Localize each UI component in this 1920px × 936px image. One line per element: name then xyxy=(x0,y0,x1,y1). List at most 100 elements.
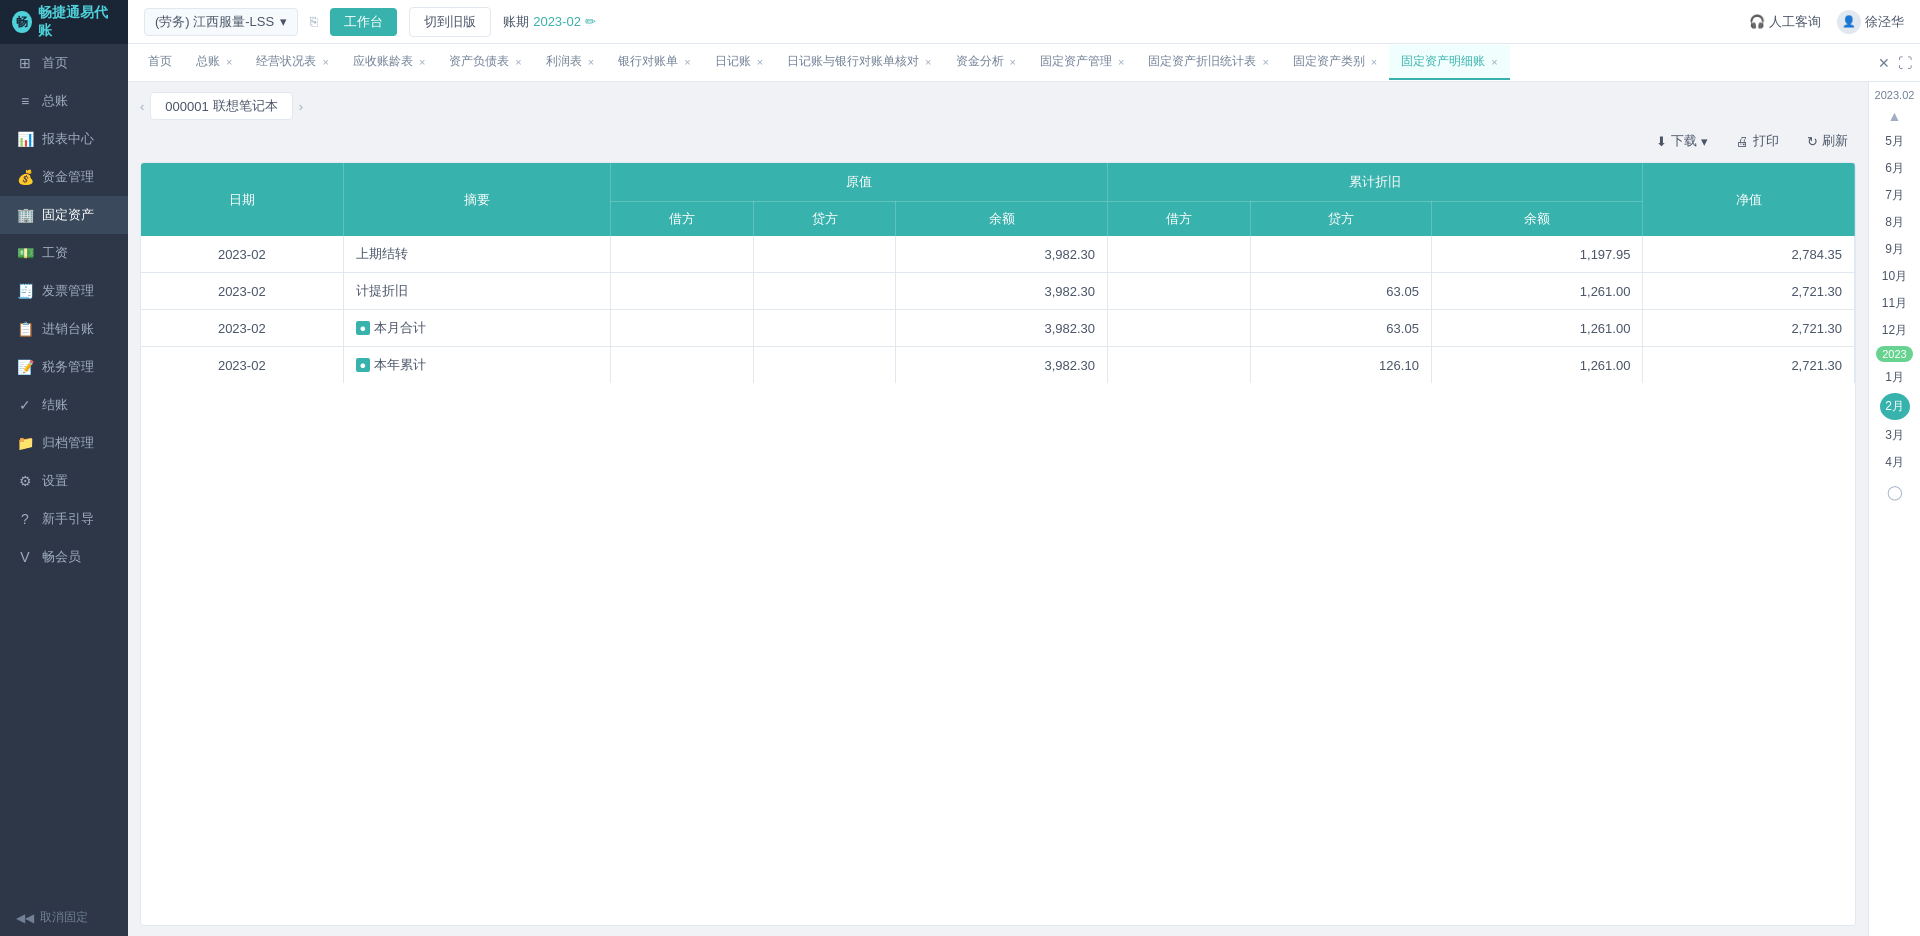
service-link[interactable]: 🎧 人工客询 xyxy=(1749,13,1821,31)
nav-prev-icon[interactable]: ‹ xyxy=(140,99,144,114)
refresh-button[interactable]: ↻ 刷新 xyxy=(1799,128,1856,154)
tab-balance-close[interactable]: × xyxy=(515,56,521,68)
asset-tab[interactable]: 000001 联想笔记本 xyxy=(150,92,292,120)
scroll-up-icon[interactable]: ▲ xyxy=(1884,104,1906,128)
tab-profit-close[interactable]: × xyxy=(588,56,594,68)
tab-fund-analysis-close[interactable]: × xyxy=(1010,56,1016,68)
sidebar-unfix-button[interactable]: ◀◀ 取消固定 xyxy=(0,899,128,936)
fund-icon: 💰 xyxy=(16,169,34,185)
tab-fixed-mgmt[interactable]: 固定资产管理 × xyxy=(1028,45,1136,80)
time-month-1[interactable]: 1月 xyxy=(1869,364,1920,391)
avatar: 👤 xyxy=(1837,10,1861,34)
sub-nav: ‹ 000001 联想笔记本 › xyxy=(140,92,1856,120)
sidebar-item-home[interactable]: ⊞ 首页 xyxy=(0,44,128,82)
sidebar-item-member[interactable]: V 畅会员 xyxy=(0,538,128,576)
guide-icon: ? xyxy=(16,511,34,527)
topbar-right: 🎧 人工客询 👤 徐泾华 xyxy=(1749,10,1904,34)
tab-bank-journal[interactable]: 日记账与银行对账单核对 × xyxy=(775,45,943,80)
tab-journal-close[interactable]: × xyxy=(757,56,763,68)
time-month-10[interactable]: 10月 xyxy=(1869,263,1920,290)
tab-bank-journal-close[interactable]: × xyxy=(925,56,931,68)
tab-management-close[interactable]: × xyxy=(322,56,328,68)
tab-bank-journal-label: 日记账与银行对账单核对 xyxy=(787,53,919,70)
tab-fixed-depreciation[interactable]: 固定资产折旧统计表 × xyxy=(1136,45,1280,80)
print-button[interactable]: 🖨 打印 xyxy=(1728,128,1787,154)
tab-fixed-detail-close[interactable]: × xyxy=(1491,56,1497,68)
user-menu[interactable]: 👤 徐泾华 xyxy=(1837,10,1904,34)
sidebar-item-settings[interactable]: ⚙ 设置 xyxy=(0,462,128,500)
nav-next-icon[interactable]: › xyxy=(299,99,303,114)
cell-orig-credit xyxy=(753,236,896,273)
tab-fixed-depreciation-close[interactable]: × xyxy=(1262,56,1268,68)
time-month-7[interactable]: 7月 xyxy=(1869,182,1920,209)
switch-version-button[interactable]: 切到旧版 xyxy=(409,7,491,37)
sidebar-item-fund[interactable]: 💰 资金管理 xyxy=(0,158,128,196)
tab-profit[interactable]: 利润表 × xyxy=(534,45,606,80)
time-month-12[interactable]: 12月 xyxy=(1869,317,1920,344)
tab-receivable-close[interactable]: × xyxy=(419,56,425,68)
logo-text: 畅捷通易代账 xyxy=(38,4,116,40)
sidebar-item-salary[interactable]: 💵 工资 xyxy=(0,234,128,272)
cell-accum-balance: 1,261.00 xyxy=(1431,310,1643,347)
company-selector[interactable]: (劳务) 江西服量-LSS ▾ xyxy=(144,8,298,36)
tab-expand-icon[interactable]: ⛶ xyxy=(1898,55,1912,71)
tab-fixed-category[interactable]: 固定资产类别 × xyxy=(1281,45,1389,80)
sidebar-item-archive[interactable]: 📁 归档管理 xyxy=(0,424,128,462)
sidebar-item-label: 报表中心 xyxy=(42,130,94,148)
tab-close-all-icon[interactable]: ✕ xyxy=(1878,55,1890,71)
username: 徐泾华 xyxy=(1865,13,1904,31)
sidebar-item-fixed-asset[interactable]: 🏢 固定资产 xyxy=(0,196,128,234)
tab-fund-analysis[interactable]: 资金分析 × xyxy=(944,45,1028,80)
tab-fixed-category-close[interactable]: × xyxy=(1371,56,1377,68)
cell-date: 2023-02 xyxy=(141,347,343,384)
cell-orig-debit xyxy=(611,273,754,310)
tab-bank[interactable]: 银行对账单 × xyxy=(606,45,702,80)
cell-accum-balance: 1,197.95 xyxy=(1431,236,1643,273)
time-month-5[interactable]: 5月 xyxy=(1869,128,1920,155)
sidebar-item-tax[interactable]: 📝 税务管理 xyxy=(0,348,128,386)
tab-journal[interactable]: 日记账 × xyxy=(703,45,775,80)
time-month-11[interactable]: 11月 xyxy=(1869,290,1920,317)
tab-home[interactable]: 首页 xyxy=(136,45,184,80)
copy-icon[interactable]: ⎘ xyxy=(310,14,318,29)
cell-net-value: 2,721.30 xyxy=(1643,310,1855,347)
tab-ledger[interactable]: 总账 × xyxy=(184,45,244,80)
tab-fixed-category-label: 固定资产类别 xyxy=(1293,53,1365,70)
tab-ledger-close[interactable]: × xyxy=(226,56,232,68)
sidebar-item-invoice[interactable]: 🧾 发票管理 xyxy=(0,272,128,310)
time-month-2[interactable]: 2月 xyxy=(1880,393,1910,420)
sidebar-item-purchase-sale[interactable]: 📋 进销台账 xyxy=(0,310,128,348)
time-month-8[interactable]: 8月 xyxy=(1869,209,1920,236)
cell-summary: ●本年累计 xyxy=(343,347,611,384)
sidebar-item-label: 首页 xyxy=(42,54,68,72)
cell-net-value: 2,784.35 xyxy=(1643,236,1855,273)
cell-accum-balance: 1,261.00 xyxy=(1431,273,1643,310)
cell-orig-credit xyxy=(753,347,896,384)
cell-net-value: 2,721.30 xyxy=(1643,273,1855,310)
archive-icon: 📁 xyxy=(16,435,34,451)
workbench-button[interactable]: 工作台 xyxy=(330,8,397,36)
sidebar-logo: 畅 畅捷通易代账 xyxy=(0,0,128,44)
time-month-6[interactable]: 6月 xyxy=(1869,155,1920,182)
sidebar-item-guide[interactable]: ? 新手引导 xyxy=(0,500,128,538)
sidebar-item-checkout[interactable]: ✓ 结账 xyxy=(0,386,128,424)
time-month-4[interactable]: 4月 xyxy=(1869,449,1920,476)
sidebar-item-report[interactable]: 📊 报表中心 xyxy=(0,120,128,158)
tab-fixed-mgmt-close[interactable]: × xyxy=(1118,56,1124,68)
scroll-down-icon[interactable]: ◯ xyxy=(1883,480,1907,504)
tab-fixed-detail[interactable]: 固定资产明细账 × xyxy=(1389,45,1509,80)
table-row: 2023-02 上期结转 3,982.30 1,197.95 2,784.35 xyxy=(141,236,1855,273)
col-original-value: 原值 xyxy=(611,163,1108,202)
tab-bank-close[interactable]: × xyxy=(684,56,690,68)
tab-balance[interactable]: 资产负债表 × xyxy=(437,45,533,80)
time-month-9[interactable]: 9月 xyxy=(1869,236,1920,263)
sidebar-item-ledger[interactable]: ≡ 总账 xyxy=(0,82,128,120)
time-month-3[interactable]: 3月 xyxy=(1869,422,1920,449)
tab-receivable[interactable]: 应收账龄表 × xyxy=(341,45,437,80)
period-edit-icon[interactable]: ✏ xyxy=(585,14,596,29)
tab-management[interactable]: 经营状况表 × xyxy=(244,45,340,80)
table-toolbar: ⬇ 下载 ▾ 🖨 打印 ↻ 刷新 xyxy=(140,128,1856,154)
col-accum-credit: 贷方 xyxy=(1250,202,1431,237)
download-button[interactable]: ⬇ 下载 ▾ xyxy=(1648,128,1716,154)
unfix-icon: ◀◀ xyxy=(16,911,34,925)
